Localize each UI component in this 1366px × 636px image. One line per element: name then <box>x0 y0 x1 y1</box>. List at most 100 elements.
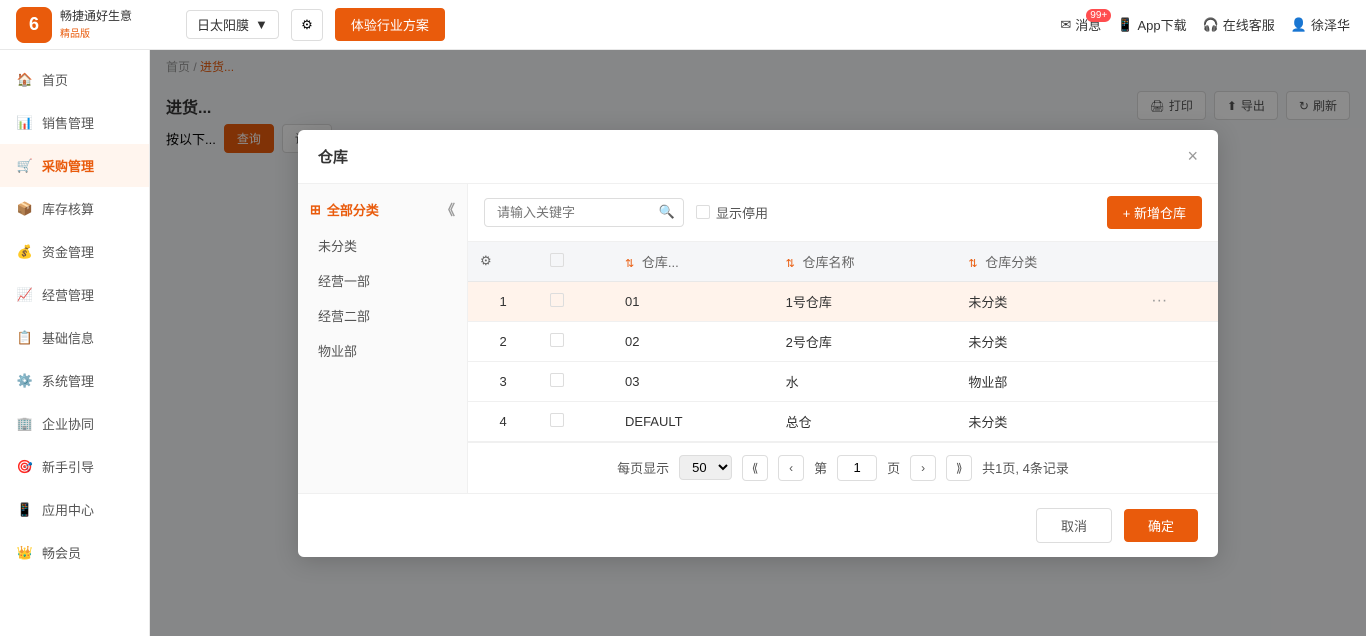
table-toolbar: 🔍 显示停用 + 新增仓库 <box>468 184 1218 242</box>
modal-header: 仓库 × <box>298 130 1218 184</box>
col-actions <box>1139 242 1218 282</box>
user-profile-button[interactable]: 👤 徐泽华 <box>1291 15 1350 34</box>
cat-item-property[interactable]: 物业部 <box>298 333 467 368</box>
add-warehouse-button[interactable]: + 新增仓库 <box>1107 196 1202 229</box>
cat-item-operation2[interactable]: 经营二部 <box>298 298 467 333</box>
row-num: 3 <box>468 361 538 401</box>
table-row[interactable]: 2 02 2号仓库 未分类 <box>468 321 1218 361</box>
header-center: 日太阳膜 ▼ ⚙ 体验行业方案 <box>166 8 1060 41</box>
col-code[interactable]: ⇅ 仓库... <box>613 242 774 282</box>
modal-close-button[interactable]: × <box>1187 147 1198 165</box>
page-size-select[interactable]: 50 <box>679 455 732 480</box>
table-area: 🔍 显示停用 + 新增仓库 <box>468 184 1218 493</box>
prev-page-button[interactable]: ‹ <box>778 455 804 481</box>
online-service-button[interactable]: 🎧 在线客服 <box>1203 15 1275 34</box>
sort-icon-name: ⇅ <box>786 258 795 270</box>
logo-area: 6 畅捷通好生意 精品版 <box>16 7 166 43</box>
row-num: 2 <box>468 321 538 361</box>
select-all-checkbox[interactable] <box>550 253 564 267</box>
message-button[interactable]: ✉ 消息 99+ <box>1060 15 1101 34</box>
show-disabled-checkbox[interactable]: 显示停用 <box>696 203 768 222</box>
try-industry-button[interactable]: 体验行业方案 <box>335 8 445 41</box>
store-selector[interactable]: 日太阳膜 ▼ <box>186 10 279 39</box>
row-code: 01 <box>613 281 774 321</box>
sidebar-item-system[interactable]: ⚙️ 系统管理 <box>0 359 149 402</box>
sidebar-item-basic[interactable]: 📋 基础信息 <box>0 316 149 359</box>
modal-overlay: 仓库 × ⊞ 全部分类 《 未分类 <box>150 50 1366 636</box>
sidebar-item-home[interactable]: 🏠 首页 <box>0 58 149 101</box>
message-badge: 99+ <box>1086 9 1111 22</box>
sort-icon-category: ⇅ <box>968 258 977 270</box>
confirm-button[interactable]: 确定 <box>1124 509 1198 542</box>
row-code: 03 <box>613 361 774 401</box>
row-more[interactable] <box>1139 361 1218 401</box>
row-num: 1 <box>468 281 538 321</box>
row-category: 未分类 <box>956 401 1139 441</box>
row-more[interactable]: ··· <box>1139 281 1218 321</box>
table-row[interactable]: 1 01 1号仓库 未分类 ··· <box>468 281 1218 321</box>
sidebar-item-purchase[interactable]: 🛒 采购管理 <box>0 144 149 187</box>
row-more[interactable] <box>1139 401 1218 441</box>
sidebar-item-operation[interactable]: 📈 经营管理 <box>0 273 149 316</box>
warehouse-modal: 仓库 × ⊞ 全部分类 《 未分类 <box>298 130 1218 557</box>
search-box: 🔍 <box>484 198 684 227</box>
sort-icon-code: ⇅ <box>625 258 634 270</box>
next-page-button[interactable]: › <box>910 455 936 481</box>
sidebar-item-finance[interactable]: 💰 资金管理 <box>0 230 149 273</box>
enterprise-icon: 🏢 <box>16 415 34 433</box>
sidebar-item-stock[interactable]: 📦 库存核算 <box>0 187 149 230</box>
modal-footer: 取消 确定 <box>298 493 1218 557</box>
search-icon[interactable]: 🔍 <box>659 204 675 220</box>
first-page-button[interactable]: ⟪ <box>742 455 768 481</box>
modal-title: 仓库 <box>318 146 348 167</box>
sidebar-item-app[interactable]: 📱 应用中心 <box>0 488 149 531</box>
last-page-button[interactable]: ⟫ <box>946 455 972 481</box>
cancel-button[interactable]: 取消 <box>1036 508 1112 543</box>
pagination: 每页显示 50 ⟪ ‹ 第 页 › ⟫ 共1页, 4条记录 <box>468 442 1218 493</box>
logo-icon: 6 <box>16 7 52 43</box>
logo-badge: 精品版 <box>60 25 132 40</box>
row-name: 总仓 <box>774 401 957 441</box>
checkbox-icon <box>696 205 710 219</box>
finance-icon: 💰 <box>16 243 34 261</box>
search-input[interactable] <box>493 199 659 226</box>
col-category[interactable]: ⇅ 仓库分类 <box>956 242 1139 282</box>
cat-item-operation1[interactable]: 经营一部 <box>298 263 467 298</box>
row-check[interactable] <box>538 281 613 321</box>
row-check[interactable] <box>538 321 613 361</box>
row-name: 水 <box>774 361 957 401</box>
top-header: 6 畅捷通好生意 精品版 日太阳膜 ▼ ⚙ 体验行业方案 ✉ 消息 99+ 📱 … <box>0 0 1366 50</box>
row-code: 02 <box>613 321 774 361</box>
row-check[interactable] <box>538 401 613 441</box>
row-check[interactable] <box>538 361 613 401</box>
row-code: DEFAULT <box>613 401 774 441</box>
col-setting[interactable]: ⚙ <box>468 242 538 282</box>
row-name: 2号仓库 <box>774 321 957 361</box>
warehouse-table: ⚙ ⇅ 仓库... <box>468 242 1218 442</box>
category-collapse-button[interactable]: 《 <box>441 200 455 220</box>
settings-button[interactable]: ⚙ <box>291 9 323 41</box>
table-row[interactable]: 4 DEFAULT 总仓 未分类 <box>468 401 1218 441</box>
col-name[interactable]: ⇅ 仓库名称 <box>774 242 957 282</box>
home-icon: 🏠 <box>16 71 34 89</box>
row-category: 未分类 <box>956 281 1139 321</box>
sidebar-item-sales[interactable]: 📊 销售管理 <box>0 101 149 144</box>
operation-icon: 📈 <box>16 286 34 304</box>
row-num: 4 <box>468 401 538 441</box>
page-number-input[interactable] <box>837 455 877 481</box>
member-icon: 👑 <box>16 544 34 562</box>
header-right: ✉ 消息 99+ 📱 App下载 🎧 在线客服 👤 徐泽华 <box>1060 15 1350 34</box>
table-row[interactable]: 3 03 水 物业部 <box>468 361 1218 401</box>
col-check <box>538 242 613 282</box>
sidebar-item-enterprise[interactable]: 🏢 企业协同 <box>0 402 149 445</box>
main-layout: 🏠 首页 📊 销售管理 🛒 采购管理 📦 库存核算 💰 资金管理 📈 经营管理 … <box>0 50 1366 636</box>
modal-body: ⊞ 全部分类 《 未分类 经营一部 经营二部 物业部 <box>298 184 1218 493</box>
cat-item-unclassified[interactable]: 未分类 <box>298 228 467 263</box>
row-more[interactable] <box>1139 321 1218 361</box>
row-name: 1号仓库 <box>774 281 957 321</box>
sidebar-item-member[interactable]: 👑 畅会员 <box>0 531 149 574</box>
app-download-button[interactable]: 📱 App下载 <box>1117 15 1186 34</box>
system-icon: ⚙️ <box>16 372 34 390</box>
row-category: 物业部 <box>956 361 1139 401</box>
sidebar-item-guide[interactable]: 🎯 新手引导 <box>0 445 149 488</box>
